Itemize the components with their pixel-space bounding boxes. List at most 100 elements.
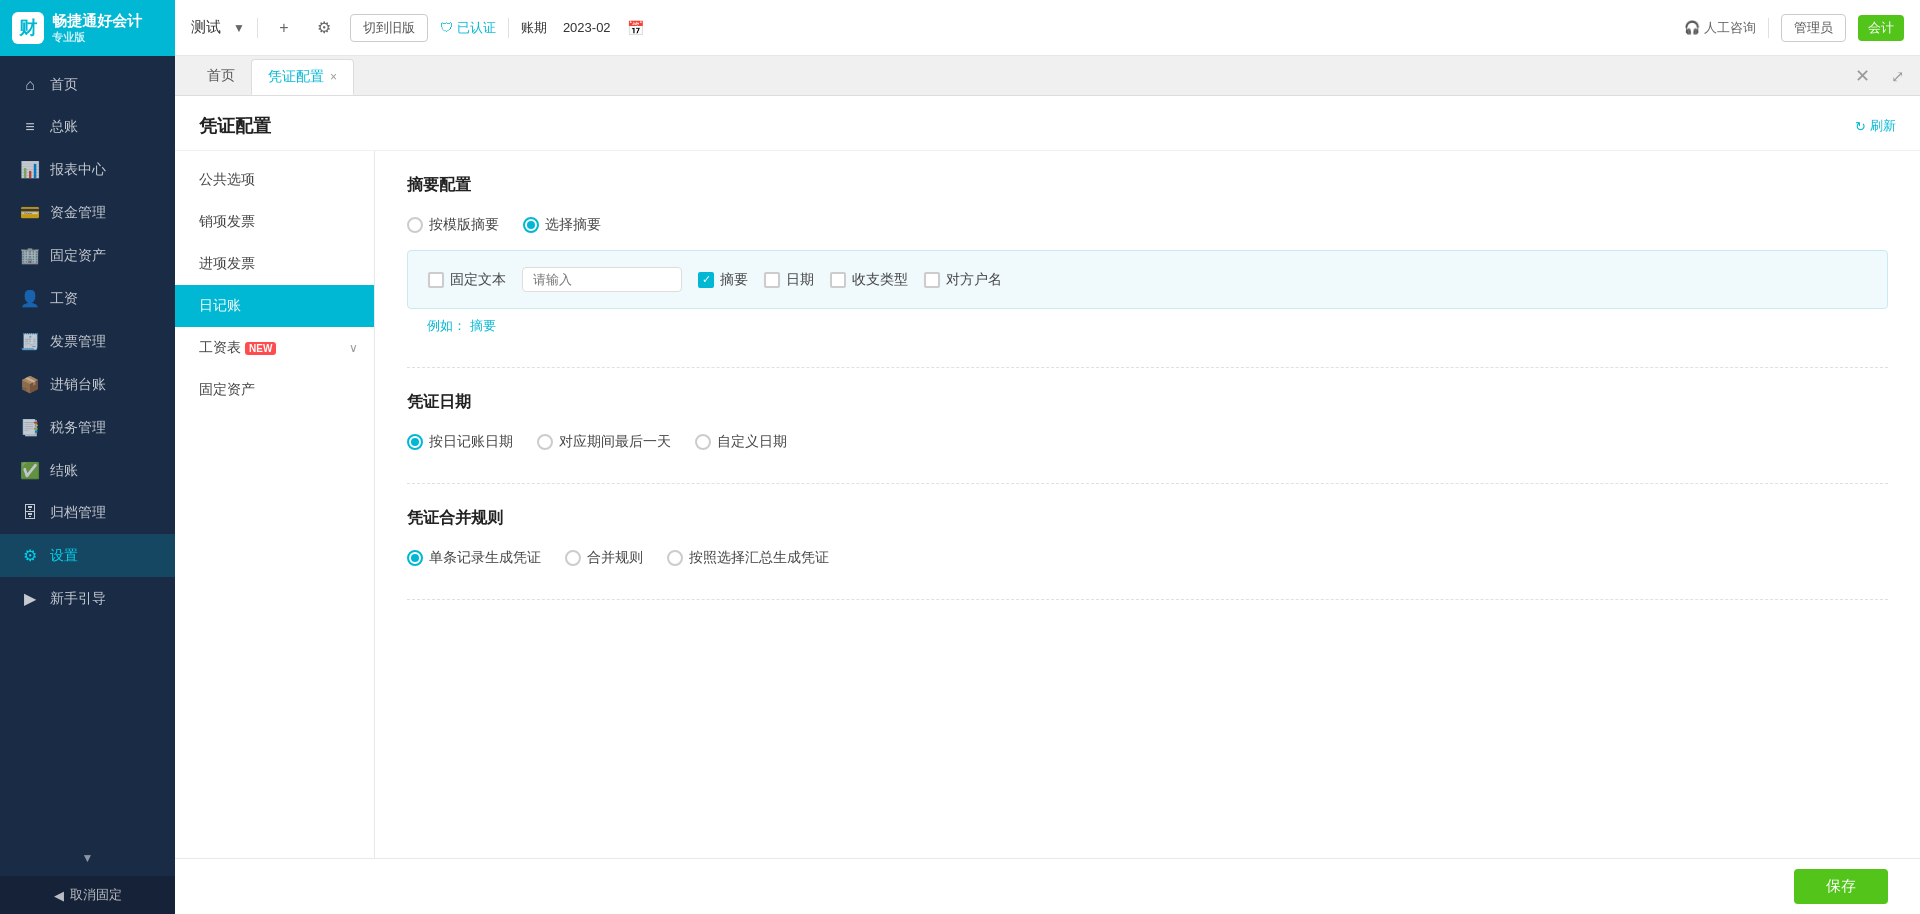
bottom-bar: 保存 xyxy=(175,858,1920,914)
assets-icon: 🏢 xyxy=(20,246,40,265)
sidebar: 财 畅捷通好会计 专业版 ⌂ 首页 ≡ 总账 📊 报表中心 💳 资金管理 🏢 固… xyxy=(0,0,175,914)
left-menu-item-public[interactable]: 公共选项 xyxy=(175,159,374,201)
topbar-consult-button[interactable]: 🎧 人工咨询 xyxy=(1684,19,1756,37)
invoice-mgmt-icon: 🧾 xyxy=(20,332,40,351)
topbar-dropdown-icon[interactable]: ▼ xyxy=(233,21,245,35)
archive-icon: 🗄 xyxy=(20,504,40,522)
tab-close-icon[interactable]: × xyxy=(330,70,337,84)
radio-select[interactable] xyxy=(523,217,539,233)
sidebar-item-assets[interactable]: 🏢 固定资产 xyxy=(0,234,175,277)
headset-icon: 🎧 xyxy=(1684,20,1700,35)
left-menu-item-sales-invoice[interactable]: 销项发票 xyxy=(175,201,374,243)
checkbox-date[interactable]: 日期 xyxy=(764,271,814,289)
divider-3 xyxy=(407,599,1888,600)
summary-option-select[interactable]: 选择摘要 xyxy=(523,216,601,234)
summary-option-template[interactable]: 按模版摘要 xyxy=(407,216,499,234)
checkbox-date-box[interactable] xyxy=(764,272,780,288)
radio-custom-date[interactable] xyxy=(695,434,711,450)
tabbar-close-all-button[interactable]: ✕ xyxy=(1855,65,1870,87)
merge-option-by-selection[interactable]: 按照选择汇总生成凭证 xyxy=(667,549,829,567)
radio-last-day[interactable] xyxy=(537,434,553,450)
example-prefix: 例如： xyxy=(427,318,466,333)
divider-1 xyxy=(407,367,1888,368)
topbar-add-button[interactable]: + xyxy=(270,14,298,42)
tab-voucher-config[interactable]: 凭证配置 × xyxy=(251,59,354,95)
save-button[interactable]: 保存 xyxy=(1794,869,1888,904)
summary-checkbox-row: 固定文本 ✓ 摘要 日期 收支类型 xyxy=(407,250,1888,309)
merge-option-merge[interactable]: 合并规则 xyxy=(565,549,643,567)
sidebar-item-label: 税务管理 xyxy=(50,419,106,437)
sidebar-item-label: 固定资产 xyxy=(50,247,106,265)
checkbox-fixed-text[interactable]: 固定文本 xyxy=(428,271,506,289)
new-badge: NEW xyxy=(245,342,276,355)
radio-journal-date[interactable] xyxy=(407,434,423,450)
topbar-sep-1 xyxy=(257,18,258,38)
tab-home-label: 首页 xyxy=(207,67,235,85)
sidebar-item-payroll[interactable]: 👤 工资 xyxy=(0,277,175,320)
sidebar-item-home[interactable]: ⌂ 首页 xyxy=(0,64,175,106)
summary-radio-group: 按模版摘要 选择摘要 xyxy=(407,216,1888,234)
sidebar-item-ledger[interactable]: ≡ 总账 xyxy=(0,106,175,148)
topbar-title: 测试 xyxy=(191,18,221,37)
sidebar-item-tax[interactable]: 📑 税务管理 xyxy=(0,406,175,449)
refresh-icon: ↻ xyxy=(1855,119,1866,134)
checkbox-summary[interactable]: ✓ 摘要 xyxy=(698,271,748,289)
sidebar-item-fund[interactable]: 💳 资金管理 xyxy=(0,191,175,234)
consult-label: 人工咨询 xyxy=(1704,19,1756,37)
topbar-old-version-button[interactable]: 切到旧版 xyxy=(350,14,428,42)
checkbox-payment-type[interactable]: 收支类型 xyxy=(830,271,908,289)
sidebar-item-label: 新手引导 xyxy=(50,590,106,608)
sidebar-item-label: 资金管理 xyxy=(50,204,106,222)
pin-icon: ◀ xyxy=(54,888,64,903)
fixed-text-input[interactable] xyxy=(522,267,682,292)
calendar-icon[interactable]: 📅 xyxy=(627,20,644,36)
date-option-last-day[interactable]: 对应期间最后一天 xyxy=(537,433,671,451)
topbar-period-value: 2023-02 xyxy=(563,20,611,35)
checkbox-payment-type-label: 收支类型 xyxy=(852,271,908,289)
app-name: 畅捷通好会计 xyxy=(52,12,142,30)
checkbox-fixed-text-box[interactable] xyxy=(428,272,444,288)
merge-rule-radio-group: 单条记录生成凭证 合并规则 按照选择汇总生成凭证 xyxy=(407,549,1888,567)
summary-title: 摘要配置 xyxy=(407,175,1888,196)
merge-option-single[interactable]: 单条记录生成凭证 xyxy=(407,549,541,567)
voucher-date-section: 凭证日期 按日记账日期 对应期间最后一天 自定义日期 xyxy=(407,392,1888,451)
trade-icon: 📦 xyxy=(20,375,40,394)
topbar-settings-button[interactable]: ⚙ xyxy=(310,14,338,42)
sidebar-item-report[interactable]: 📊 报表中心 xyxy=(0,148,175,191)
left-menu-item-journal[interactable]: 日记账 xyxy=(175,285,374,327)
left-menu: 公共选项 销项发票 进项发票 日记账 工资表 NEW ∨ 固定资产 xyxy=(175,151,375,858)
left-menu-item-purchase-invoice[interactable]: 进项发票 xyxy=(175,243,374,285)
left-menu-item-payroll-table[interactable]: 工资表 NEW ∨ xyxy=(175,327,374,369)
checkbox-counterparty-label: 对方户名 xyxy=(946,271,1002,289)
page-title: 凭证配置 xyxy=(199,114,271,138)
sidebar-item-settings[interactable]: ⚙ 设置 xyxy=(0,534,175,577)
sidebar-item-settlement[interactable]: ✅ 结账 xyxy=(0,449,175,492)
sidebar-item-label: 归档管理 xyxy=(50,504,106,522)
sidebar-item-invoice-mgmt[interactable]: 🧾 发票管理 xyxy=(0,320,175,363)
sidebar-item-guide[interactable]: ▶ 新手引导 xyxy=(0,577,175,620)
topbar-role-badge: 会计 xyxy=(1858,15,1904,41)
checkbox-counterparty[interactable]: 对方户名 xyxy=(924,271,1002,289)
date-option-journal[interactable]: 按日记账日期 xyxy=(407,433,513,451)
main-area: 测试 ▼ + ⚙ 切到旧版 🛡 已认证 账期 2023-02 📅 🎧 人工咨询 … xyxy=(175,0,1920,914)
radio-by-selection[interactable] xyxy=(667,550,683,566)
tab-home[interactable]: 首页 xyxy=(191,59,251,93)
checkbox-summary-box[interactable]: ✓ xyxy=(698,272,714,288)
sidebar-item-archive[interactable]: 🗄 归档管理 xyxy=(0,492,175,534)
left-menu-item-fixed-assets[interactable]: 固定资产 xyxy=(175,369,374,411)
tabbar-fullscreen-button[interactable]: ⤢ xyxy=(1891,66,1904,85)
radio-by-selection-label: 按照选择汇总生成凭证 xyxy=(689,549,829,567)
tax-icon: 📑 xyxy=(20,418,40,437)
sidebar-item-trade[interactable]: 📦 进销台账 xyxy=(0,363,175,406)
radio-template[interactable] xyxy=(407,217,423,233)
topbar-admin-button[interactable]: 管理员 xyxy=(1781,14,1846,42)
checkbox-payment-type-box[interactable] xyxy=(830,272,846,288)
radio-single[interactable] xyxy=(407,550,423,566)
date-option-custom[interactable]: 自定义日期 xyxy=(695,433,787,451)
sidebar-pin-button[interactable]: ◀ 取消固定 xyxy=(0,876,175,914)
sidebar-item-label: 首页 xyxy=(50,76,78,94)
refresh-button[interactable]: ↻ 刷新 xyxy=(1855,117,1896,135)
checkbox-counterparty-box[interactable] xyxy=(924,272,940,288)
guide-icon: ▶ xyxy=(20,589,40,608)
radio-merge[interactable] xyxy=(565,550,581,566)
